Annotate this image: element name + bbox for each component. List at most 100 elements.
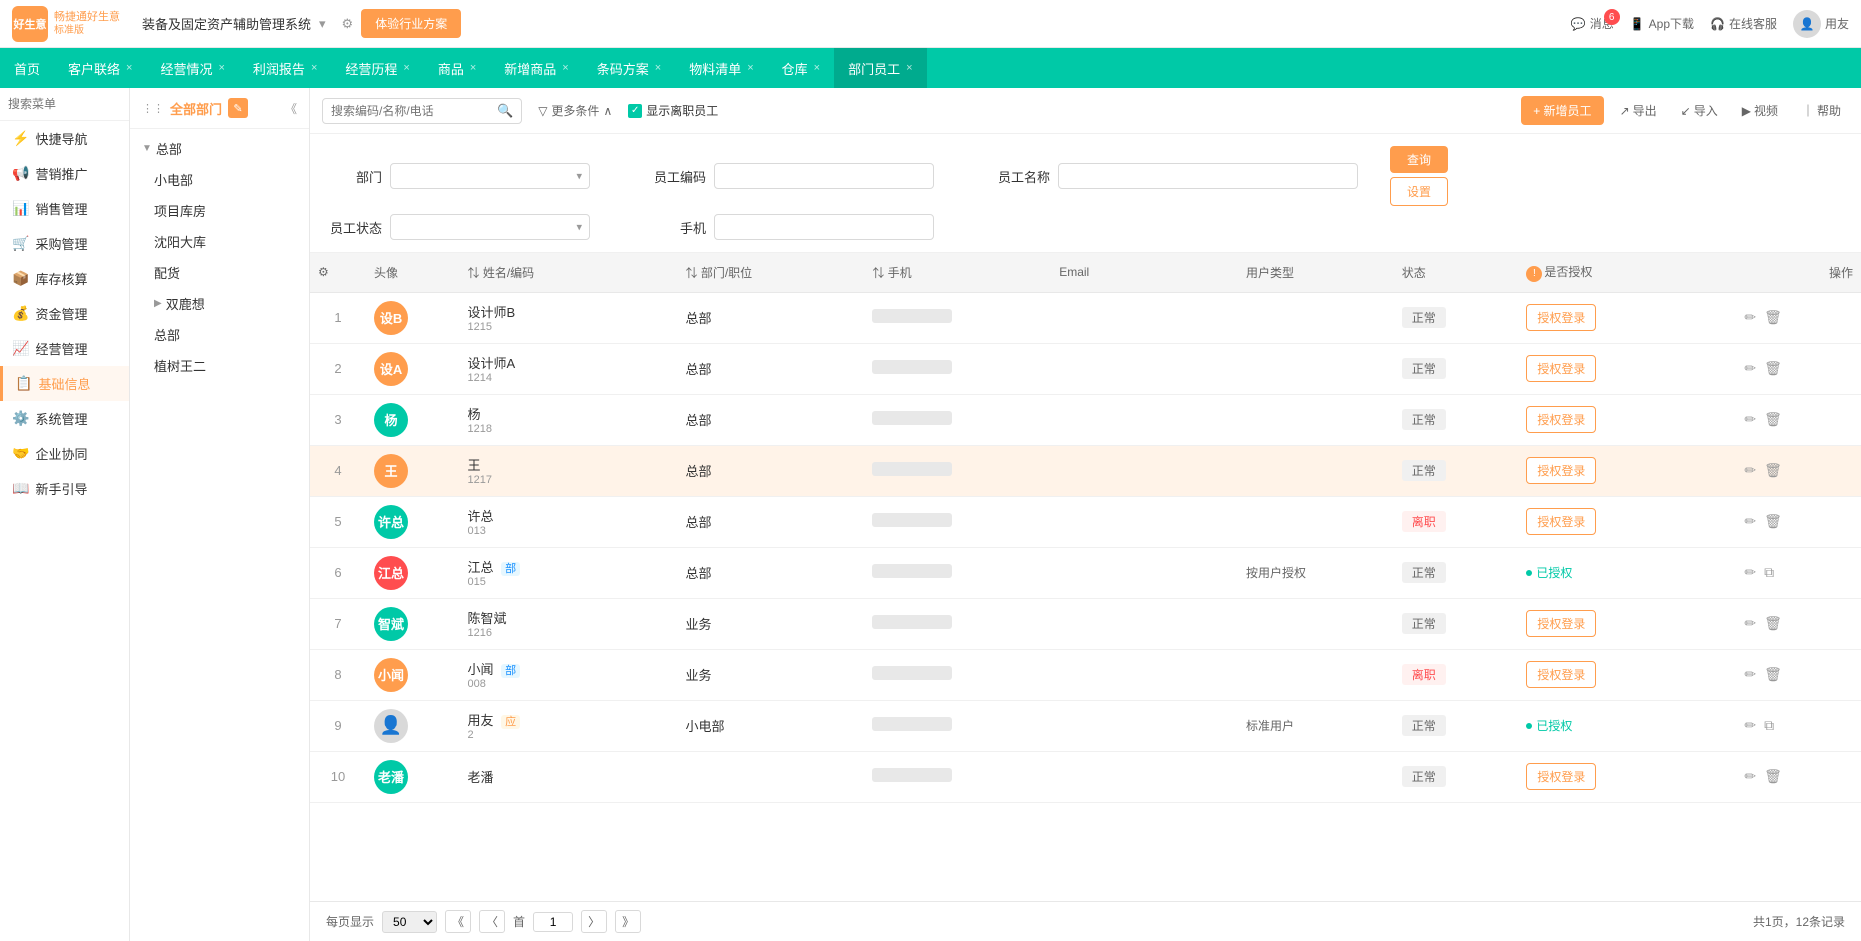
next-page-button[interactable]: 〉 — [581, 910, 607, 933]
close-history-tab[interactable]: × — [403, 62, 409, 74]
sidebar-item-finance[interactable]: 💰 资金管理 — [0, 296, 129, 331]
nav-tab-client[interactable]: 客户联络 × — [54, 48, 146, 88]
dept-node-shenyang[interactable]: 沈阳大库 — [130, 226, 309, 257]
sidebar-item-quicknav[interactable]: ⚡ 快捷导航 — [0, 121, 129, 156]
dept-select[interactable] — [390, 163, 590, 189]
dept-edit-icon[interactable]: ✎ — [228, 98, 248, 118]
edit-icon[interactable]: ✏ — [1744, 564, 1756, 581]
per-page-select[interactable]: 50 20 100 — [382, 911, 437, 933]
delete-icon[interactable]: 🗑 — [1764, 462, 1782, 479]
set-button[interactable]: 设置 — [1390, 177, 1448, 206]
emp-name-input[interactable] — [1058, 163, 1358, 189]
col-dept-pos[interactable]: ⇅ 部门/职位 — [677, 253, 864, 292]
gear-icon[interactable]: ⚙ — [342, 16, 354, 32]
edit-icon[interactable]: ✏ — [1744, 768, 1756, 785]
nav-tab-home[interactable]: 首页 — [0, 48, 54, 88]
video-button[interactable]: ▶ 视频 — [1734, 98, 1786, 123]
sidebar-search-input[interactable] — [8, 97, 130, 111]
page-input[interactable] — [533, 912, 573, 932]
message-button[interactable]: 💬 消息 6 — [1571, 15, 1614, 32]
auth-button[interactable]: 授权登录 — [1526, 355, 1596, 382]
nav-tab-bom[interactable]: 物料清单 × — [675, 48, 767, 88]
delete-icon[interactable]: 🗑 — [1764, 309, 1782, 326]
dept-collapse-btn[interactable]: 《 — [285, 100, 297, 117]
close-barcode-tab[interactable]: × — [655, 62, 661, 74]
dept-node-peihuo[interactable]: 配货 — [130, 257, 309, 288]
sidebar-item-marketing[interactable]: 📢 营销推广 — [0, 156, 129, 191]
col-phone[interactable]: ⇅ 手机 — [864, 253, 1051, 292]
auth-button[interactable]: 授权登录 — [1526, 304, 1596, 331]
edit-icon[interactable]: ✏ — [1744, 615, 1756, 632]
auth-button[interactable]: 授权登录 — [1526, 661, 1596, 688]
settings-icon[interactable]: ⚙ — [318, 265, 329, 279]
edit-icon[interactable]: ✏ — [1744, 411, 1756, 428]
search-icon[interactable]: 🔍 — [497, 103, 513, 119]
sidebar-item-guide[interactable]: 📖 新手引导 — [0, 471, 129, 506]
nav-tab-warehouse[interactable]: 仓库 × — [768, 48, 834, 88]
sidebar-item-sales[interactable]: 📊 销售管理 — [0, 191, 129, 226]
close-operation-tab[interactable]: × — [218, 62, 224, 74]
close-new-goods-tab[interactable]: × — [562, 62, 568, 74]
delete-icon[interactable]: 🗑 — [1764, 513, 1782, 530]
dept-node-zongbu[interactable]: 总部 — [130, 319, 309, 350]
copy-icon[interactable]: ⧉ — [1764, 717, 1774, 734]
import-button[interactable]: ↙ 导入 — [1673, 98, 1726, 123]
nav-tab-barcode[interactable]: 条码方案 × — [583, 48, 675, 88]
dept-node-xiangmuku[interactable]: 项目库房 — [130, 195, 309, 226]
phone-input[interactable] — [714, 214, 934, 240]
close-profit-tab[interactable]: × — [311, 62, 317, 74]
dept-node-zongbu-root[interactable]: ▼ 总部 — [130, 133, 309, 164]
sidebar-item-business[interactable]: 📈 经营管理 — [0, 331, 129, 366]
delete-icon[interactable]: 🗑 — [1764, 360, 1782, 377]
nav-tab-operation[interactable]: 经营情况 × — [146, 48, 238, 88]
search-input[interactable] — [331, 104, 491, 118]
edit-icon[interactable]: ✏ — [1744, 309, 1756, 326]
dept-node-zhishu[interactable]: 植树王二 — [130, 350, 309, 381]
edit-icon[interactable]: ✏ — [1744, 717, 1756, 734]
export-button[interactable]: ↗ 导出 — [1612, 98, 1665, 123]
emp-code-input[interactable] — [714, 163, 934, 189]
emp-status-select[interactable] — [390, 214, 590, 240]
show-resigned-toggle[interactable]: ✓ 显示离职员工 — [628, 102, 718, 119]
query-button[interactable]: 查询 — [1390, 146, 1448, 173]
add-employee-button[interactable]: + 新增员工 — [1521, 96, 1603, 125]
online-service-button[interactable]: 🎧 在线客服 — [1710, 15, 1777, 32]
delete-icon[interactable]: 🗑 — [1764, 768, 1782, 785]
dept-node-shuanglu[interactable]: ▶ 双鹿想 — [130, 288, 309, 319]
copy-icon[interactable]: ⧉ — [1764, 564, 1774, 581]
user-area[interactable]: 👤 用友 — [1793, 10, 1849, 38]
nav-tab-new-goods[interactable]: 新增商品 × — [490, 48, 582, 88]
edit-icon[interactable]: ✏ — [1744, 462, 1756, 479]
resigned-checkbox[interactable]: ✓ — [628, 104, 642, 118]
edit-icon[interactable]: ✏ — [1744, 360, 1756, 377]
sidebar-item-purchase[interactable]: 🛒 采购管理 — [0, 226, 129, 261]
edit-icon[interactable]: ✏ — [1744, 666, 1756, 683]
first-page-button[interactable]: 《 — [445, 910, 471, 933]
auth-button[interactable]: 授权登录 — [1526, 406, 1596, 433]
system-dropdown-arrow[interactable]: ▾ — [319, 16, 326, 32]
delete-icon[interactable]: 🗑 — [1764, 615, 1782, 632]
close-dept-tab[interactable]: × — [906, 62, 912, 74]
nav-tab-profit[interactable]: 利润报告 × — [239, 48, 331, 88]
edit-icon[interactable]: ✏ — [1744, 513, 1756, 530]
sidebar-item-system[interactable]: ⚙️ 系统管理 — [0, 401, 129, 436]
sidebar-item-basic[interactable]: 📋 基础信息 — [0, 366, 129, 401]
last-page-button[interactable]: 》 — [615, 910, 641, 933]
close-goods-tab[interactable]: × — [470, 62, 476, 74]
auth-button[interactable]: 授权登录 — [1526, 457, 1596, 484]
close-bom-tab[interactable]: × — [747, 62, 753, 74]
auth-button[interactable]: 授权登录 — [1526, 508, 1596, 535]
auth-button[interactable]: 授权登录 — [1526, 610, 1596, 637]
nav-tab-goods[interactable]: 商品 × — [424, 48, 490, 88]
dept-node-xiaodibu[interactable]: 小电部 — [130, 164, 309, 195]
col-name-code[interactable]: ⇅ 姓名/编码 — [459, 253, 677, 292]
delete-icon[interactable]: 🗑 — [1764, 411, 1782, 428]
prev-page-button[interactable]: 〈 — [479, 910, 505, 933]
delete-icon[interactable]: 🗑 — [1764, 666, 1782, 683]
sidebar-item-inventory[interactable]: 📦 库存核算 — [0, 261, 129, 296]
nav-tab-history[interactable]: 经营历程 × — [331, 48, 423, 88]
sidebar-item-collab[interactable]: 🤝 企业协同 — [0, 436, 129, 471]
trial-button[interactable]: 体验行业方案 — [361, 9, 461, 38]
close-warehouse-tab[interactable]: × — [814, 62, 820, 74]
nav-tab-dept-staff[interactable]: 部门员工 × — [834, 48, 926, 88]
